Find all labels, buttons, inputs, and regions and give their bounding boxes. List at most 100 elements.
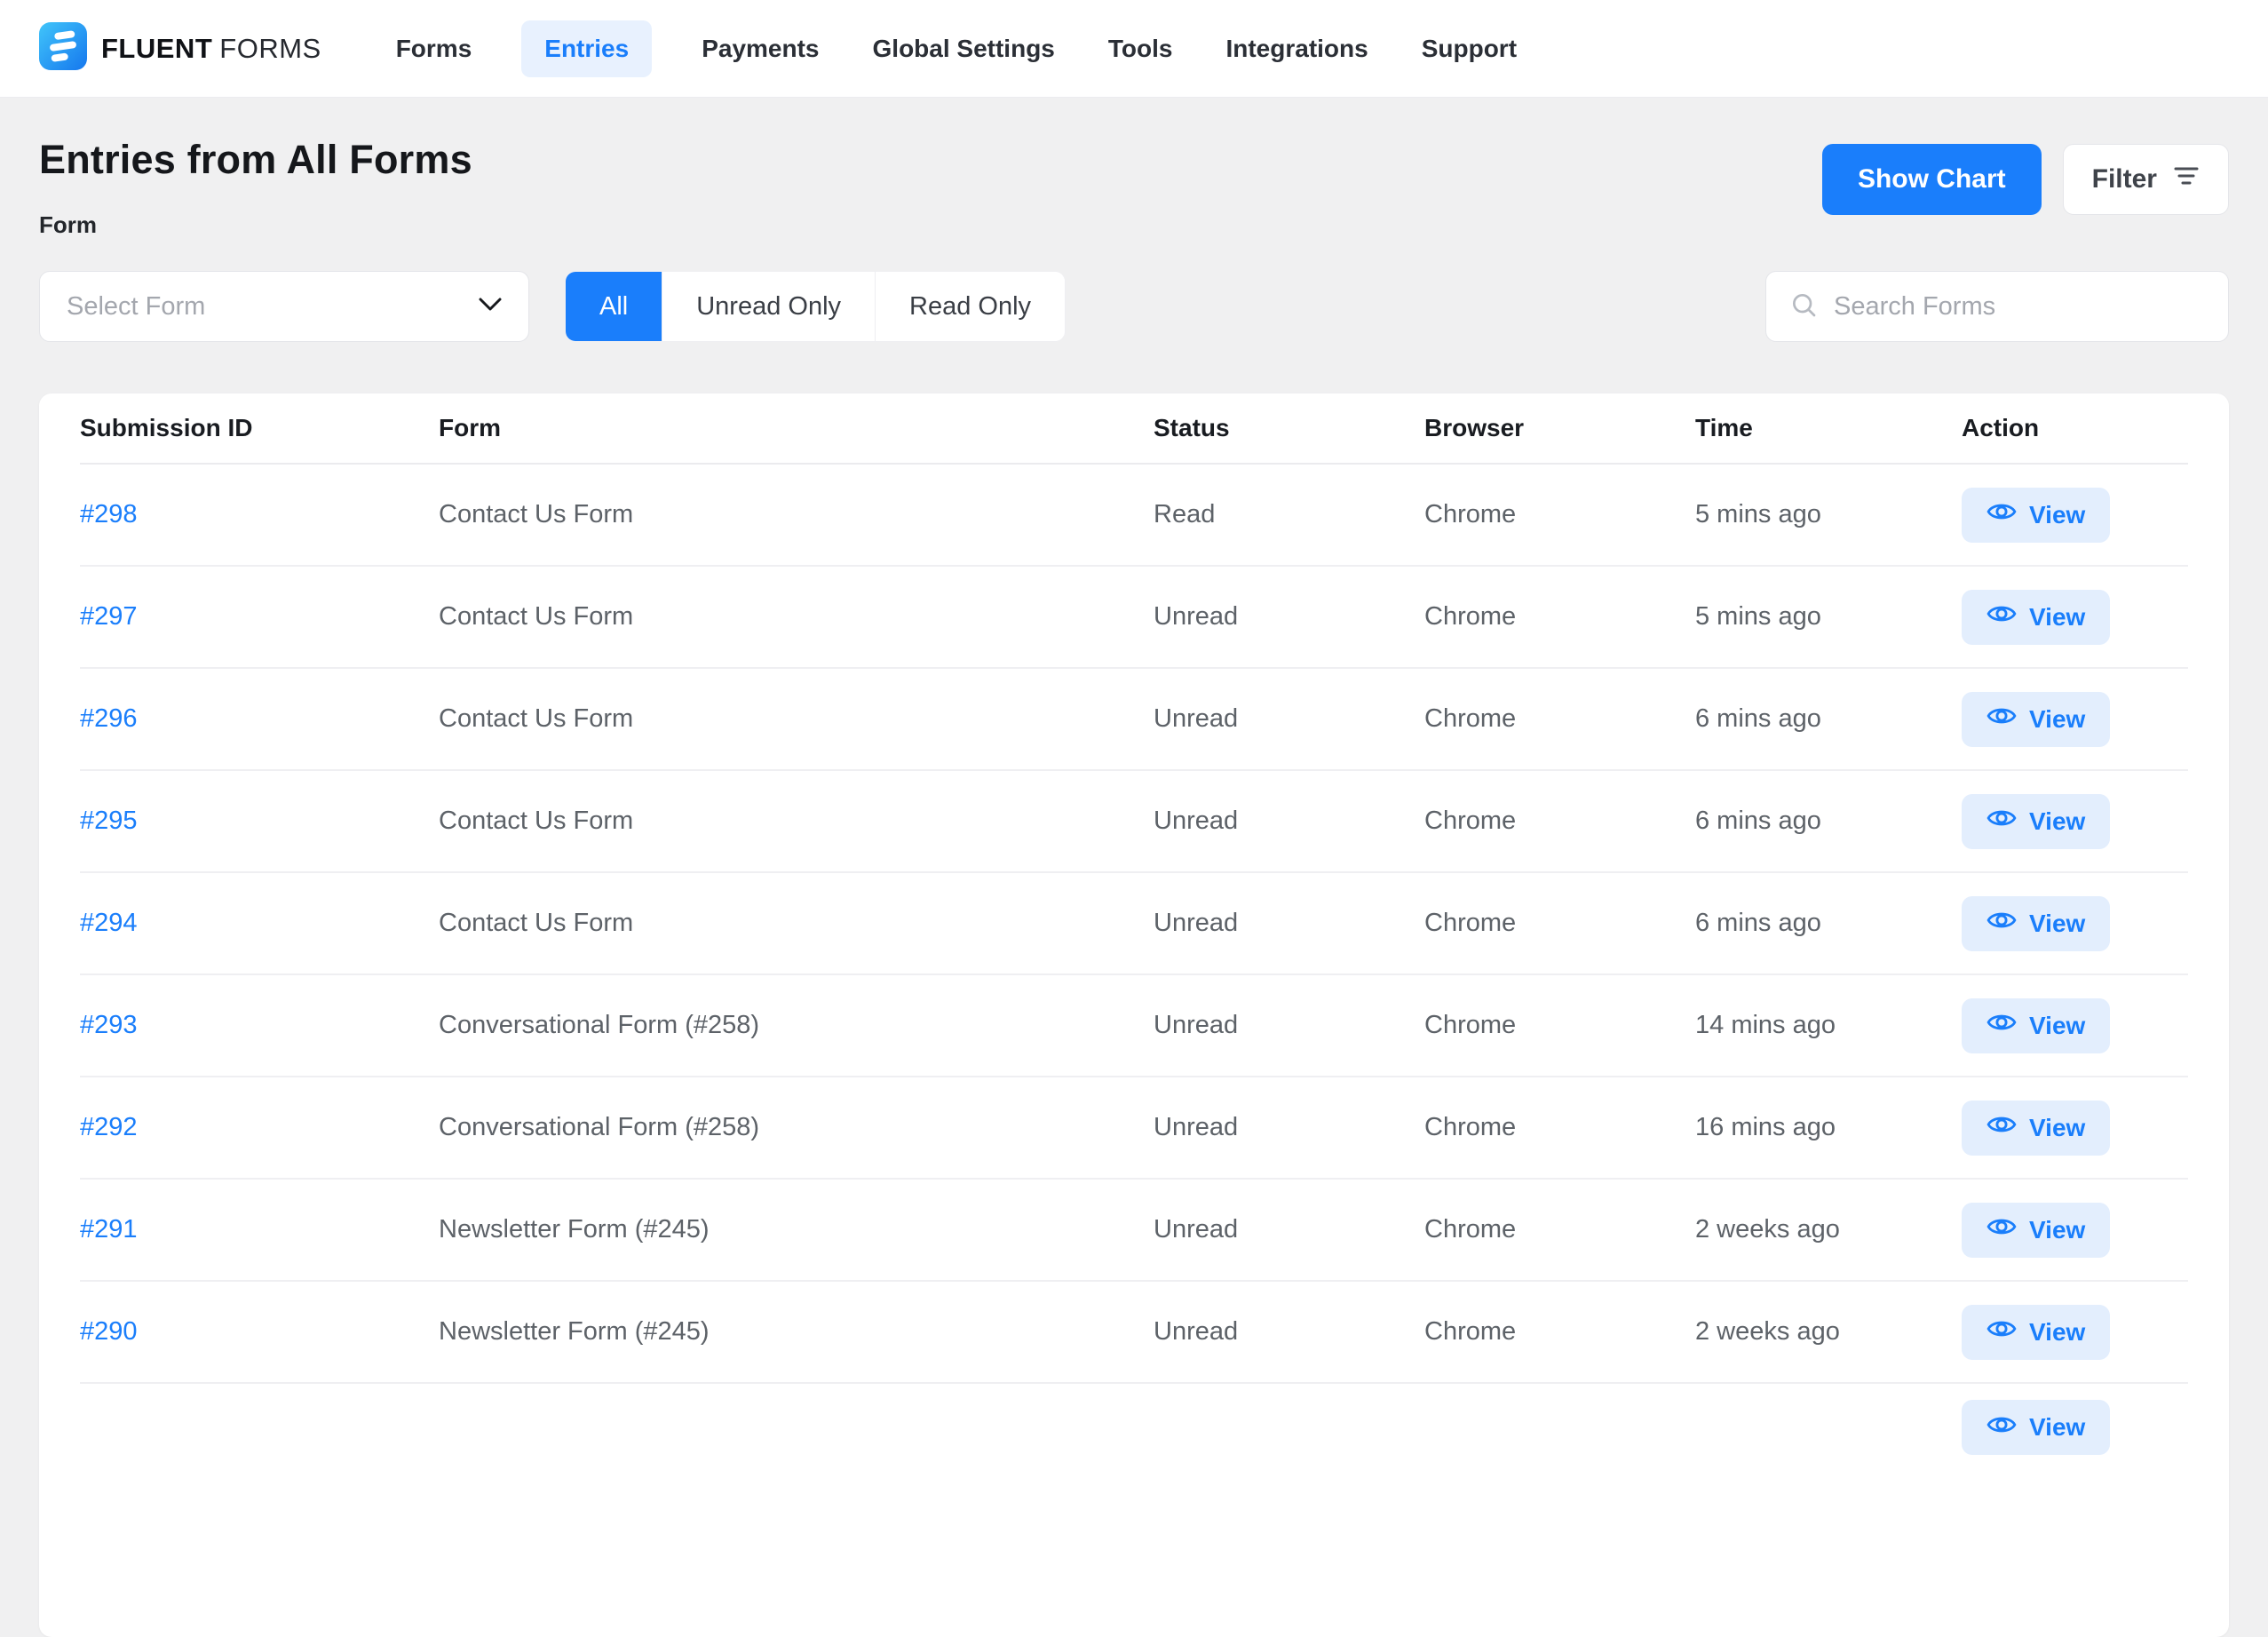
- view-button[interactable]: View: [1962, 1305, 2110, 1360]
- top-navigation: FLUENTFORMS Forms Entries Payments Globa…: [0, 0, 2268, 98]
- nav-item[interactable]: Support: [1418, 20, 1520, 77]
- browser-cell: Chrome: [1424, 1011, 1695, 1040]
- page-header: Entries from All Forms Form Show Chart F…: [39, 137, 2229, 239]
- table-body: #298 Contact Us Form Read Chrome 5 mins …: [80, 465, 2188, 1486]
- form-name-cell: Contact Us Form: [439, 704, 1154, 734]
- submission-id-link[interactable]: #290: [80, 1317, 138, 1346]
- browser-cell: Chrome: [1424, 1215, 1695, 1244]
- select-form-placeholder: Select Form: [67, 292, 205, 322]
- view-button[interactable]: View: [1962, 488, 2110, 543]
- table-header-row: Submission ID Form Status Browser Time A…: [80, 393, 2188, 465]
- table-row: #294 Contact Us Form Unread Chrome 6 min…: [80, 873, 2188, 975]
- browser-cell: Chrome: [1424, 909, 1695, 938]
- filter-button-label: Filter: [2092, 164, 2157, 195]
- view-button-label: View: [2029, 705, 2085, 734]
- header-actions: Show Chart Filter: [1822, 144, 2229, 215]
- filter-button[interactable]: Filter: [2063, 144, 2229, 215]
- select-form-dropdown[interactable]: Select Form: [39, 271, 529, 342]
- form-name-cell: Contact Us Form: [439, 909, 1154, 938]
- eye-icon: [1986, 1314, 2017, 1350]
- show-chart-button[interactable]: Show Chart: [1822, 144, 2042, 215]
- submission-id-link[interactable]: #296: [80, 704, 138, 733]
- view-button-label: View: [2029, 1413, 2085, 1442]
- status-cell: Unread: [1154, 1215, 1424, 1244]
- browser-cell: Chrome: [1424, 602, 1695, 632]
- browser-cell: Chrome: [1424, 1317, 1695, 1347]
- time-cell: 2 weeks ago: [1695, 1215, 1962, 1244]
- browser-cell: Chrome: [1424, 500, 1695, 529]
- nav-item[interactable]: Payments: [698, 20, 822, 77]
- search-forms-input[interactable]: [1832, 291, 2205, 322]
- time-cell: 5 mins ago: [1695, 602, 1962, 632]
- fluent-forms-logo[interactable]: FLUENTFORMS: [39, 22, 321, 75]
- submission-id-link[interactable]: #294: [80, 909, 138, 937]
- entries-controls: Select Form All Unread Only Read Only: [39, 271, 2229, 342]
- form-name-cell: Newsletter Form (#245): [439, 1215, 1154, 1244]
- submission-id-link[interactable]: #297: [80, 602, 138, 631]
- entries-table-card: Submission ID Form Status Browser Time A…: [39, 393, 2229, 1637]
- submission-id-link[interactable]: #292: [80, 1113, 138, 1141]
- browser-cell: Chrome: [1424, 807, 1695, 836]
- eye-icon: [1986, 1410, 2017, 1446]
- view-button[interactable]: View: [1962, 590, 2110, 645]
- eye-icon: [1986, 803, 2017, 839]
- view-button-label: View: [2029, 501, 2085, 529]
- time-cell: 2 weeks ago: [1695, 1317, 1962, 1347]
- table-row: #298 Contact Us Form Read Chrome 5 mins …: [80, 465, 2188, 567]
- status-cell: Unread: [1154, 1011, 1424, 1040]
- submission-id-link[interactable]: #293: [80, 1011, 138, 1039]
- table-row: #296 Contact Us Form Unread Chrome 6 min…: [80, 669, 2188, 771]
- submission-id-link[interactable]: #291: [80, 1215, 138, 1244]
- view-button-label: View: [2029, 603, 2085, 632]
- read-status-tabs: All Unread Only Read Only: [565, 271, 1066, 342]
- submission-id-link[interactable]: #295: [80, 807, 138, 835]
- status-cell: Read: [1154, 500, 1424, 529]
- view-button-label: View: [2029, 1318, 2085, 1347]
- nav-item[interactable]: Integrations: [1222, 20, 1371, 77]
- nav-item[interactable]: Entries: [521, 20, 652, 77]
- view-button-label: View: [2029, 910, 2085, 938]
- status-cell: Unread: [1154, 807, 1424, 836]
- column-header-action: Action: [1962, 414, 2188, 442]
- status-tab[interactable]: Read Only: [875, 272, 1065, 341]
- browser-cell: Chrome: [1424, 704, 1695, 734]
- view-button[interactable]: View: [1962, 794, 2110, 849]
- eye-icon: [1986, 905, 2017, 942]
- time-cell: 6 mins ago: [1695, 909, 1962, 938]
- fluent-forms-logo-icon: [39, 22, 87, 75]
- submission-id-link[interactable]: #298: [80, 500, 138, 528]
- form-name-cell: Conversational Form (#258): [439, 1011, 1154, 1040]
- table-row: #292 Conversational Form (#258) Unread C…: [80, 1077, 2188, 1180]
- view-button[interactable]: View: [1962, 896, 2110, 951]
- browser-cell: Chrome: [1424, 1113, 1695, 1142]
- main-menu: Forms Entries Payments Global Settings T…: [393, 20, 1520, 77]
- table-row: #295 Contact Us Form Unread Chrome 6 min…: [80, 771, 2188, 873]
- view-button[interactable]: View: [1962, 998, 2110, 1053]
- search-forms-box: [1765, 271, 2229, 342]
- column-header-time: Time: [1695, 414, 1962, 442]
- view-button[interactable]: View: [1962, 692, 2110, 747]
- status-cell: Unread: [1154, 1317, 1424, 1347]
- time-cell: 14 mins ago: [1695, 1011, 1962, 1040]
- time-cell: 5 mins ago: [1695, 500, 1962, 529]
- form-name-cell: Contact Us Form: [439, 500, 1154, 529]
- nav-item[interactable]: Forms: [393, 20, 476, 77]
- view-button-label: View: [2029, 1012, 2085, 1040]
- page-title-block: Entries from All Forms Form: [39, 137, 472, 239]
- form-name-cell: Contact Us Form: [439, 807, 1154, 836]
- nav-item[interactable]: Global Settings: [869, 20, 1059, 77]
- time-cell: 6 mins ago: [1695, 807, 1962, 836]
- status-cell: Unread: [1154, 909, 1424, 938]
- column-header-form: Form: [439, 414, 1154, 442]
- view-button[interactable]: View: [1962, 1101, 2110, 1156]
- form-name-cell: Conversational Form (#258): [439, 1113, 1154, 1142]
- status-tab[interactable]: All: [566, 272, 662, 341]
- view-button[interactable]: View: [1962, 1203, 2110, 1258]
- view-button[interactable]: View: [1962, 1400, 2110, 1455]
- status-cell: Unread: [1154, 704, 1424, 734]
- table-row: #293 Conversational Form (#258) Unread C…: [80, 975, 2188, 1077]
- table-row: #291 Newsletter Form (#245) Unread Chrom…: [80, 1180, 2188, 1282]
- status-tab[interactable]: Unread Only: [662, 272, 875, 341]
- form-label: Form: [39, 211, 472, 239]
- nav-item[interactable]: Tools: [1105, 20, 1177, 77]
